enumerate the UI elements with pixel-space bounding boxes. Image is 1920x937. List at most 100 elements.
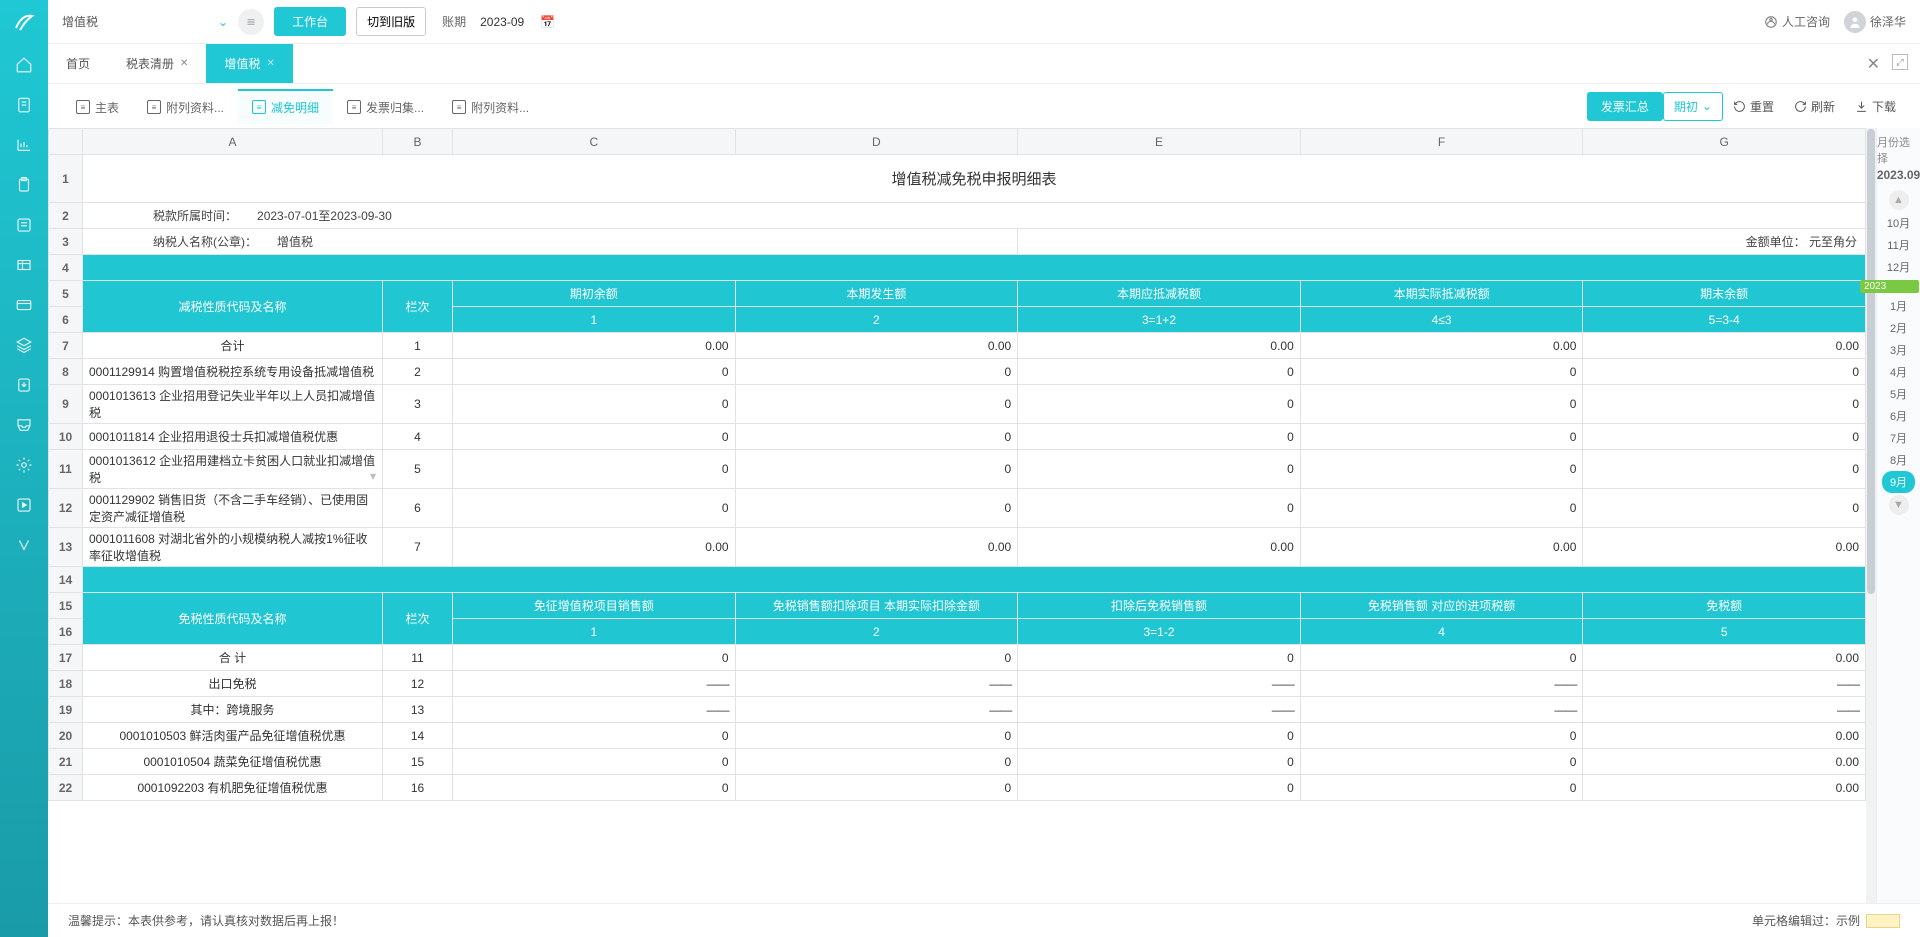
month-option[interactable]: 7月 — [1878, 427, 1919, 449]
data-cell[interactable]: 0001129914 购置增值税税控系统专用设备抵减增值税 — [83, 359, 383, 385]
data-cell[interactable]: 0 — [1300, 489, 1583, 528]
nav-gear-icon[interactable] — [12, 453, 36, 477]
nav-inbox-icon[interactable] — [12, 413, 36, 437]
subtab-reduction[interactable]: ≡减免明细 — [238, 89, 333, 124]
data-cell[interactable]: 0.00 — [1018, 333, 1301, 359]
data-cell[interactable]: 0 — [1583, 450, 1866, 489]
data-cell[interactable]: 11 — [383, 645, 453, 671]
data-cell[interactable]: 0.00 — [1583, 775, 1866, 801]
download-button[interactable]: 下载 — [1845, 93, 1906, 120]
row-header[interactable]: 3 — [49, 229, 83, 255]
row-header[interactable]: 20 — [49, 723, 83, 749]
data-cell[interactable]: 出口免税 — [83, 671, 383, 697]
subtab-main[interactable]: ≡主表 — [62, 89, 133, 124]
data-cell[interactable]: 16 — [383, 775, 453, 801]
row-header[interactable]: 19 — [49, 697, 83, 723]
nav-export-icon[interactable] — [12, 373, 36, 397]
data-cell[interactable]: 0 — [1300, 645, 1583, 671]
data-cell[interactable]: —— — [735, 671, 1018, 697]
nav-doc-icon[interactable] — [12, 93, 36, 117]
data-cell[interactable]: 0 — [453, 450, 736, 489]
data-cell[interactable]: 0001011608 对湖北省外的小规模纳税人减按1%征收率征收增值税 — [83, 528, 383, 567]
data-cell[interactable]: 0 — [453, 723, 736, 749]
row-header[interactable]: 13 — [49, 528, 83, 567]
subtab-attach1[interactable]: ≡附列资料... — [133, 89, 238, 124]
data-cell[interactable]: 0001010503 鲜活肉蛋产品免征增值税优惠 — [83, 723, 383, 749]
data-cell[interactable]: 0 — [1018, 385, 1301, 424]
data-cell[interactable]: 0 — [1018, 359, 1301, 385]
data-cell[interactable]: 15 — [383, 749, 453, 775]
nav-stack-icon[interactable] — [12, 333, 36, 357]
period-value[interactable]: 2023-09 — [480, 15, 524, 29]
col-header[interactable]: G — [1583, 129, 1866, 155]
data-cell[interactable]: 0.00 — [735, 528, 1018, 567]
data-cell[interactable]: 0.00 — [1300, 333, 1583, 359]
col-header[interactable]: D — [735, 129, 1018, 155]
row-header[interactable]: 9 — [49, 385, 83, 424]
data-cell[interactable]: 0 — [1583, 424, 1866, 450]
col-header[interactable]: E — [1018, 129, 1301, 155]
data-cell[interactable]: —— — [735, 697, 1018, 723]
month-option[interactable]: 5月 — [1878, 383, 1919, 405]
data-cell[interactable]: 3 — [383, 385, 453, 424]
tab-vat[interactable]: 增值税✕ — [206, 44, 292, 83]
subtab-invoice[interactable]: ≡发票归集... — [333, 89, 438, 124]
data-cell[interactable]: 14 — [383, 723, 453, 749]
data-cell[interactable]: 5 — [383, 450, 453, 489]
month-option[interactable]: 12月 — [1878, 256, 1919, 278]
month-option[interactable]: 3月 — [1878, 339, 1919, 361]
data-cell[interactable]: 12 — [383, 671, 453, 697]
data-cell[interactable]: 0 — [1300, 775, 1583, 801]
data-cell[interactable]: 0.00 — [1300, 528, 1583, 567]
data-cell[interactable]: 13 — [383, 697, 453, 723]
data-cell[interactable]: 0 — [453, 775, 736, 801]
row-header[interactable]: 1 — [49, 155, 83, 203]
nav-table-icon[interactable] — [12, 253, 36, 277]
row-header[interactable]: 8 — [49, 359, 83, 385]
data-cell[interactable]: 0.00 — [1583, 333, 1866, 359]
data-cell[interactable]: 0 — [1018, 723, 1301, 749]
subtab-attach2[interactable]: ≡附列资料... — [438, 89, 543, 124]
invoice-summary-button[interactable]: 发票汇总 — [1587, 92, 1663, 121]
row-header[interactable]: 4 — [49, 255, 83, 281]
data-cell[interactable]: 0 — [735, 775, 1018, 801]
row-header[interactable]: 12 — [49, 489, 83, 528]
data-cell[interactable]: —— — [453, 671, 736, 697]
vertical-scrollbar[interactable] — [1866, 128, 1876, 903]
data-cell[interactable]: —— — [453, 697, 736, 723]
month-option[interactable]: 9月 — [1882, 471, 1915, 493]
data-cell[interactable]: 0.00 — [1583, 645, 1866, 671]
nav-chart-icon[interactable] — [12, 133, 36, 157]
data-cell[interactable]: 0.00 — [453, 333, 736, 359]
data-cell[interactable]: 0 — [735, 450, 1018, 489]
calendar-icon[interactable]: 📅 — [540, 15, 555, 29]
close-icon[interactable]: ✕ — [180, 58, 188, 69]
row-header[interactable]: 11 — [49, 450, 83, 489]
data-cell[interactable]: 0 — [1300, 723, 1583, 749]
data-cell[interactable]: 0 — [1300, 749, 1583, 775]
refresh-button[interactable]: 刷新 — [1784, 93, 1845, 120]
consult-link[interactable]: 人工咨询 — [1764, 13, 1830, 30]
row-header[interactable]: 21 — [49, 749, 83, 775]
data-cell[interactable]: 2 — [383, 359, 453, 385]
col-header[interactable]: C — [453, 129, 736, 155]
tab-home[interactable]: 首页 — [48, 44, 108, 83]
tab-tax-list[interactable]: 税表清册✕ — [108, 44, 206, 83]
data-cell[interactable]: 0.00 — [735, 333, 1018, 359]
data-cell[interactable]: 0 — [453, 385, 736, 424]
data-cell[interactable]: 0 — [1300, 424, 1583, 450]
data-cell[interactable]: 4 — [383, 424, 453, 450]
row-header[interactable]: 10 — [49, 424, 83, 450]
data-cell[interactable]: —— — [1300, 671, 1583, 697]
data-cell[interactable]: 7 — [383, 528, 453, 567]
data-cell[interactable]: 0.00 — [1583, 749, 1866, 775]
data-cell[interactable]: 0.00 — [1018, 528, 1301, 567]
data-cell[interactable]: 0.00 — [1583, 723, 1866, 749]
data-cell[interactable]: 0 — [1583, 359, 1866, 385]
data-cell[interactable]: 0 — [735, 645, 1018, 671]
month-option[interactable]: 11月 — [1878, 234, 1919, 256]
company-dropdown[interactable]: 增值税 ⌄ — [62, 13, 228, 30]
data-cell[interactable]: 0.00 — [1583, 528, 1866, 567]
data-cell[interactable]: 0 — [735, 359, 1018, 385]
data-cell[interactable]: 1 — [383, 333, 453, 359]
